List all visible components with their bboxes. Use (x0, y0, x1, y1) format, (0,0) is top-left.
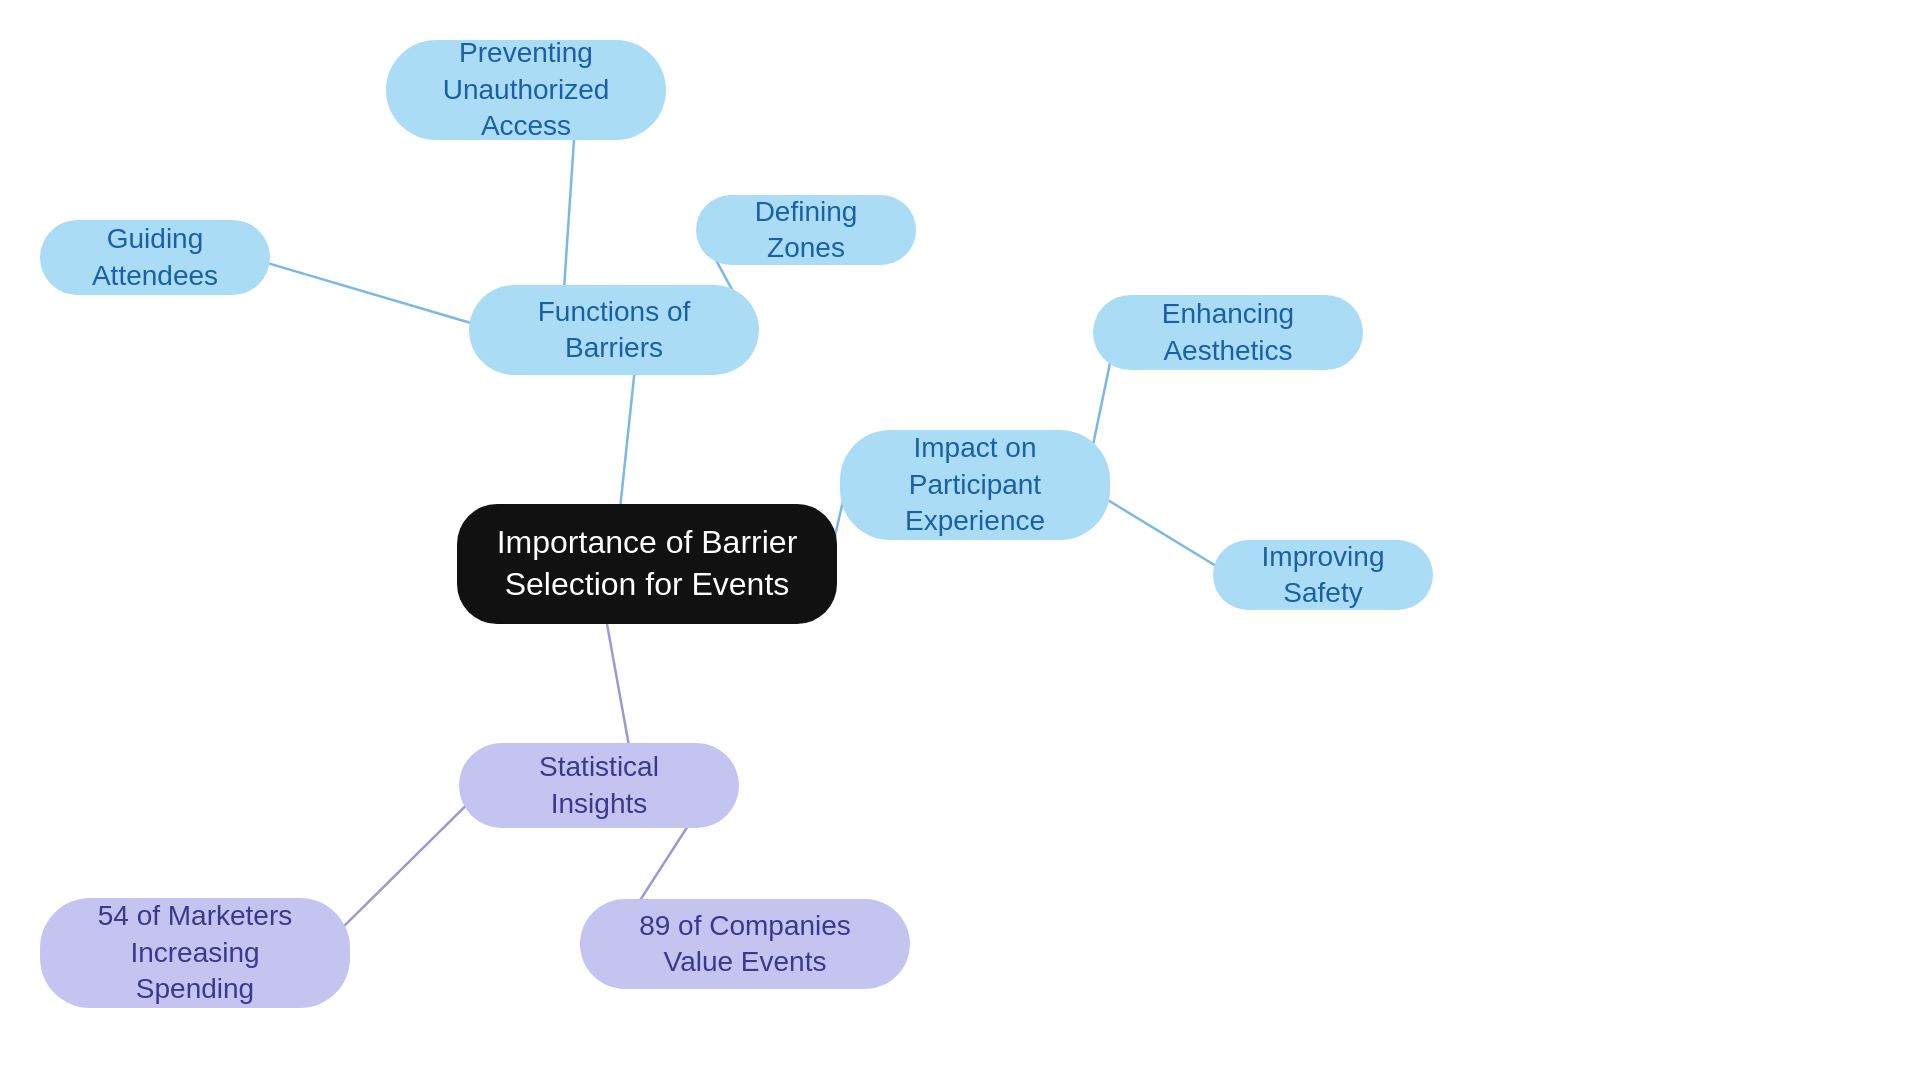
svg-line-6 (1106, 499, 1217, 566)
safety-label: Improving Safety (1243, 539, 1403, 612)
guiding-label: Guiding Attendees (70, 221, 240, 294)
preventing-label: Preventing Unauthorized Access (416, 35, 636, 144)
svg-line-9 (633, 817, 694, 911)
improving-safety-node: Improving Safety (1213, 540, 1433, 610)
svg-line-1 (564, 137, 574, 288)
marketers-node: 54 of Marketers Increasing Spending (40, 898, 350, 1008)
central-node: Importance of Barrier Selection for Even… (457, 504, 837, 624)
aesthetics-label: Enhancing Aesthetics (1123, 296, 1333, 369)
svg-line-5 (1091, 352, 1113, 457)
svg-line-0 (620, 375, 634, 505)
impact-participant-node: Impact on Participant Experience (840, 430, 1110, 540)
svg-line-2 (269, 263, 471, 323)
enhancing-aesthetics-node: Enhancing Aesthetics (1093, 295, 1363, 370)
preventing-unauthorized-node: Preventing Unauthorized Access (386, 40, 666, 140)
statistical-label: Statistical Insights (489, 749, 709, 822)
marketers-label: 54 of Marketers Increasing Spending (70, 898, 320, 1007)
defining-label: Defining Zones (726, 194, 886, 267)
mind-map-canvas: Importance of Barrier Selection for Even… (0, 0, 1920, 1083)
companies-node: 89 of Companies Value Events (580, 899, 910, 989)
functions-of-barriers-node: Functions of Barriers (469, 285, 759, 375)
svg-line-8 (338, 802, 469, 932)
functions-label: Functions of Barriers (499, 294, 729, 367)
svg-line-7 (607, 623, 629, 744)
central-label: Importance of Barrier Selection for Even… (487, 522, 807, 605)
defining-zones-node: Defining Zones (696, 195, 916, 265)
statistical-insights-node: Statistical Insights (459, 743, 739, 828)
guiding-attendees-node: Guiding Attendees (40, 220, 270, 295)
companies-label: 89 of Companies Value Events (610, 908, 880, 981)
impact-label: Impact on Participant Experience (870, 430, 1080, 539)
